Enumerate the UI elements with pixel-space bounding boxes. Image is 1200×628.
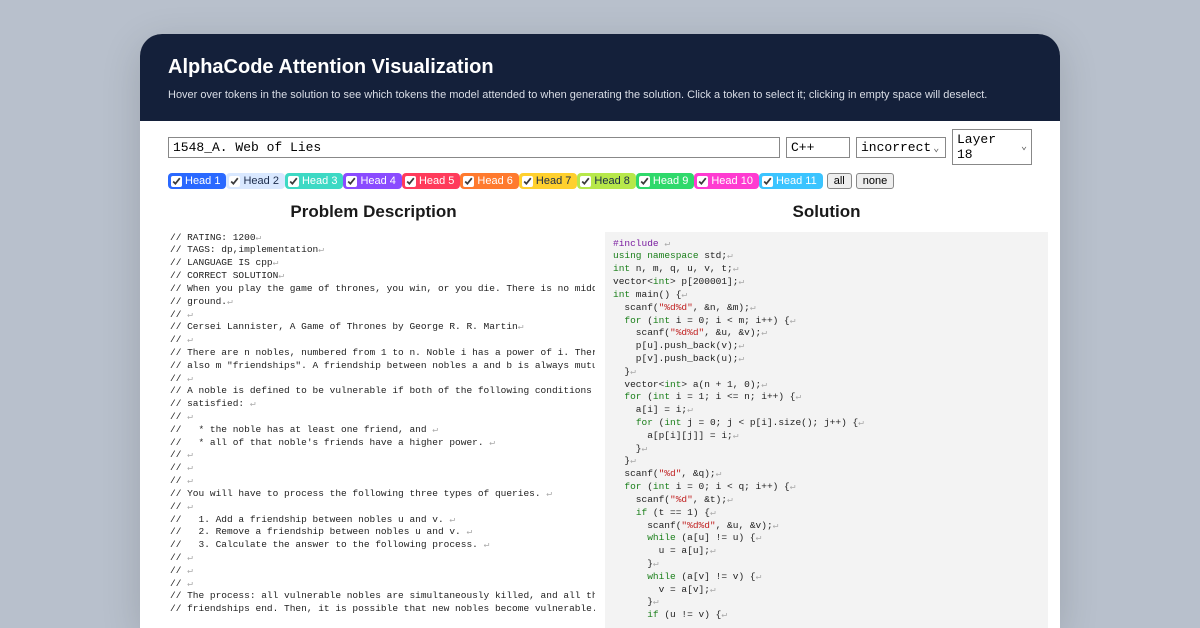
head-toggle-7[interactable]: Head 7 — [519, 173, 577, 189]
head-checkbox-4[interactable] — [346, 176, 357, 187]
controls-row-2: Head 1 Head 2 Head 3 Head 4 Head 5 Head 6 Head… — [168, 173, 1032, 190]
none-button[interactable]: none — [856, 173, 894, 189]
problem-heading: Problem Description — [152, 202, 595, 222]
head-toggle-10[interactable]: Head 10 — [694, 173, 759, 189]
header: AlphaCode Attention Visualization Hover … — [140, 34, 1060, 121]
head-checkbox-7[interactable] — [522, 176, 533, 187]
status-select[interactable]: incorrect — [856, 137, 946, 158]
controls-row-1: 1548_A. Web of Lies C++ incorrect Layer … — [168, 129, 1032, 165]
head-label: Head 7 — [536, 175, 571, 187]
head-label: Head 4 — [360, 175, 395, 187]
head-toggle-8[interactable]: Head 8 — [577, 173, 635, 189]
head-toggle-1[interactable]: Head 1 — [168, 173, 226, 189]
layer-select[interactable]: Layer 18 — [952, 129, 1032, 165]
problem-text[interactable]: // RATING: 1200↵ // TAGS: dp,implementat… — [152, 232, 595, 616]
head-toggle-11[interactable]: Head 11 — [759, 173, 823, 189]
page-subtitle: Hover over tokens in the solution to see… — [168, 89, 1032, 101]
problem-select[interactable]: 1548_A. Web of Lies — [168, 137, 780, 158]
head-label: Head 6 — [477, 175, 512, 187]
head-toggle-9[interactable]: Head 9 — [636, 173, 694, 189]
head-label: Head 11 — [776, 175, 817, 187]
head-label: Head 9 — [653, 175, 688, 187]
head-checkbox-5[interactable] — [405, 176, 416, 187]
page-title: AlphaCode Attention Visualization — [168, 56, 1032, 79]
head-checkbox-3[interactable] — [288, 176, 299, 187]
head-label: Head 8 — [594, 175, 629, 187]
head-toggle-6[interactable]: Head 6 — [460, 173, 518, 189]
head-toggle-4[interactable]: Head 4 — [343, 173, 401, 189]
language-select[interactable]: C++ — [786, 137, 850, 158]
problem-column: Problem Description // RATING: 1200↵ // … — [152, 202, 595, 628]
solution-code[interactable]: #include ↵ using namespace std;↵ int n, … — [605, 232, 1048, 628]
solution-heading: Solution — [605, 202, 1048, 222]
head-toggle-3[interactable]: Head 3 — [285, 173, 343, 189]
head-toggle-2[interactable]: Head 2 — [226, 173, 284, 189]
head-label: Head 5 — [419, 175, 454, 187]
head-checkbox-9[interactable] — [639, 176, 650, 187]
head-checkbox-8[interactable] — [580, 176, 591, 187]
head-label: Head 1 — [185, 175, 220, 187]
head-checkbox-2[interactable] — [229, 176, 240, 187]
controls-bar: 1548_A. Web of Lies C++ incorrect Layer … — [140, 121, 1060, 196]
head-checkbox-11[interactable] — [762, 176, 773, 187]
head-label: Head 2 — [243, 175, 278, 187]
head-checkbox-1[interactable] — [171, 176, 182, 187]
all-button[interactable]: all — [827, 173, 852, 189]
solution-column: Solution #include ↵ using namespace std;… — [605, 202, 1048, 628]
app-window: AlphaCode Attention Visualization Hover … — [140, 34, 1060, 628]
head-checkbox-6[interactable] — [463, 176, 474, 187]
head-toggle-5[interactable]: Head 5 — [402, 173, 460, 189]
head-label: Head 10 — [711, 175, 753, 187]
head-label: Head 3 — [302, 175, 337, 187]
content-area: Problem Description // RATING: 1200↵ // … — [140, 196, 1060, 628]
head-checkbox-10[interactable] — [697, 176, 708, 187]
